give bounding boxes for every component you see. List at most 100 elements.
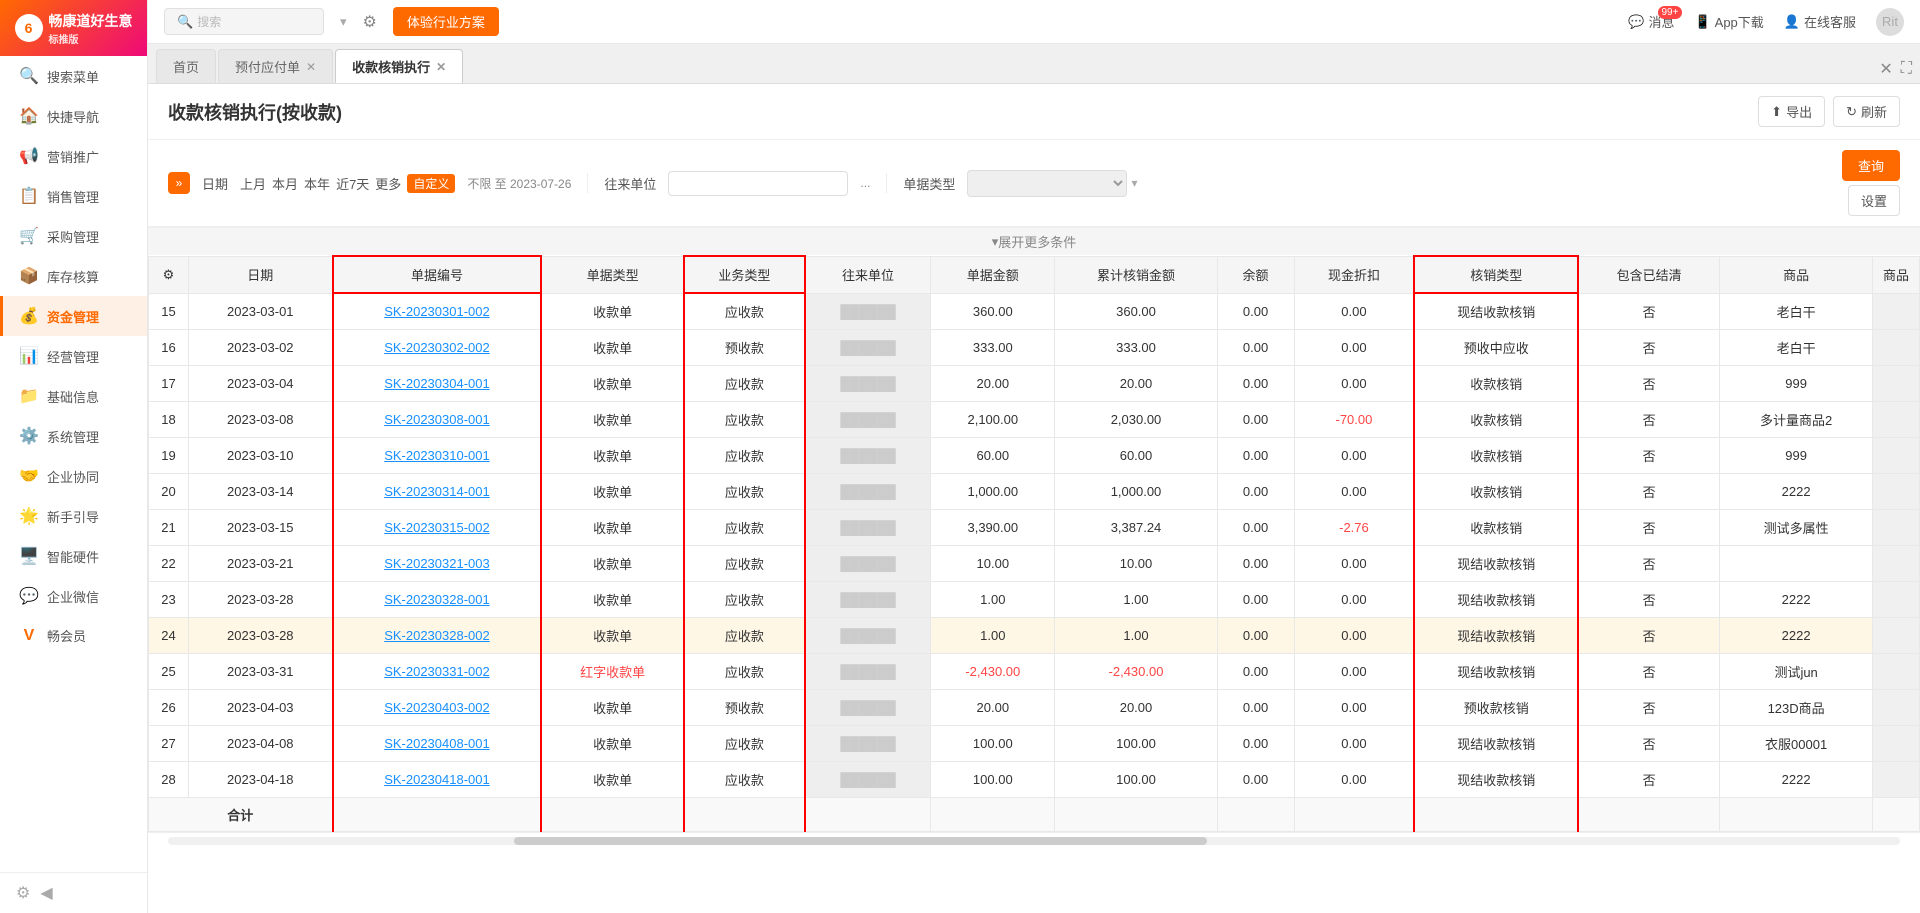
- tab-home[interactable]: 首页: [156, 49, 216, 83]
- sidebar-item-enterprise[interactable]: 🤝 企业协同: [0, 456, 147, 496]
- table-row[interactable]: 232023-03-28SK-20230328-001收款单应收款██████1…: [149, 581, 1920, 617]
- industry-solution-button[interactable]: 体验行业方案: [393, 7, 499, 36]
- query-button[interactable]: 查询: [1842, 150, 1900, 181]
- single-no-link[interactable]: SK-20230418-001: [384, 772, 490, 787]
- single-no-link[interactable]: SK-20230315-002: [384, 520, 490, 535]
- sidebar-item-member[interactable]: V 畅会员: [0, 616, 147, 655]
- row-single-no[interactable]: SK-20230408-001: [333, 725, 542, 761]
- single-no-link[interactable]: SK-20230403-002: [384, 700, 490, 715]
- partner-input[interactable]: [668, 171, 848, 196]
- row-single-no[interactable]: SK-20230310-001: [333, 437, 542, 473]
- row-total-cancel: -2,430.00: [1055, 653, 1217, 689]
- filter-expand-button[interactable]: »: [168, 172, 190, 194]
- row-single-no[interactable]: SK-20230315-002: [333, 509, 542, 545]
- sidebar-item-search[interactable]: 🔍 搜索菜单: [0, 56, 147, 96]
- single-no-link[interactable]: SK-20230328-001: [384, 592, 490, 607]
- tab-advance-close[interactable]: ✕: [306, 60, 316, 74]
- date-more[interactable]: 更多: [375, 174, 401, 193]
- table-row[interactable]: 212023-03-15SK-20230315-002收款单应收款██████3…: [149, 509, 1920, 545]
- export-button[interactable]: ⬆ 导出: [1758, 96, 1825, 127]
- online-service[interactable]: 👤 在线客服: [1784, 12, 1856, 31]
- single-no-link[interactable]: SK-20230314-001: [384, 484, 490, 499]
- sidebar-item-guide[interactable]: 🌟 新手引导: [0, 496, 147, 536]
- row-single-no[interactable]: SK-20230328-002: [333, 617, 542, 653]
- scrollbar-thumb[interactable]: [514, 837, 1207, 845]
- sidebar-item-finance[interactable]: 💰 资金管理: [0, 296, 147, 336]
- date-this-year[interactable]: 本年: [304, 174, 330, 193]
- row-num: 16: [149, 329, 189, 365]
- single-type-select[interactable]: [967, 170, 1127, 197]
- message-badge[interactable]: 💬 消息 99+: [1628, 12, 1674, 31]
- tab-collection-close[interactable]: ✕: [436, 60, 446, 74]
- setting-button[interactable]: 设置: [1848, 185, 1900, 216]
- topbar-search[interactable]: 🔍 搜索: [164, 8, 324, 35]
- expand-more-row[interactable]: ▾ 展开更多条件: [148, 227, 1920, 255]
- collapse-icon[interactable]: ◀: [40, 883, 52, 903]
- row-single-no[interactable]: SK-20230418-001: [333, 761, 542, 797]
- close-all-icon[interactable]: ✕: [1879, 59, 1892, 79]
- row-single-no[interactable]: SK-20230314-001: [333, 473, 542, 509]
- table-row[interactable]: 272023-04-08SK-20230408-001收款单应收款██████1…: [149, 725, 1920, 761]
- mobile-icon: 📱: [1694, 14, 1710, 30]
- table-row[interactable]: 152023-03-01SK-20230301-002收款单应收款██████3…: [149, 293, 1920, 329]
- table-row[interactable]: 262023-04-03SK-20230403-002收款单预收款██████2…: [149, 689, 1920, 725]
- row-single-no[interactable]: SK-20230321-003: [333, 545, 542, 581]
- date-last-month[interactable]: 上月: [240, 174, 266, 193]
- sidebar-item-system[interactable]: ⚙️ 系统管理: [0, 416, 147, 456]
- horizontal-scrollbar[interactable]: [168, 837, 1900, 845]
- single-no-link[interactable]: SK-20230301-002: [384, 304, 490, 319]
- table-row[interactable]: 282023-04-18SK-20230418-001收款单应收款██████1…: [149, 761, 1920, 797]
- sidebar-item-sales[interactable]: 📋 销售管理: [0, 176, 147, 216]
- row-single-no[interactable]: SK-20230301-002: [333, 293, 542, 329]
- table-row[interactable]: 202023-03-14SK-20230314-001收款单应收款██████1…: [149, 473, 1920, 509]
- sidebar-item-purchase[interactable]: 🛒 采购管理: [0, 216, 147, 256]
- sidebar-item-marketing[interactable]: 📢 营销推广: [0, 136, 147, 176]
- row-single-no[interactable]: SK-20230304-001: [333, 365, 542, 401]
- single-no-link[interactable]: SK-20230308-001: [384, 412, 490, 427]
- single-no-link[interactable]: SK-20230304-001: [384, 376, 490, 391]
- sidebar-item-hardware[interactable]: 🖥️ 智能硬件: [0, 536, 147, 576]
- settings-bottom-icon[interactable]: ⚙: [16, 883, 30, 903]
- th-settings[interactable]: ⚙: [149, 256, 189, 293]
- dropdown-arrow[interactable]: ▾: [340, 14, 347, 30]
- app-download[interactable]: 📱 App下载: [1694, 12, 1763, 31]
- date-7days[interactable]: 近7天: [336, 174, 369, 193]
- row-single-no[interactable]: SK-20230331-002: [333, 653, 542, 689]
- sidebar-item-wechat[interactable]: 💬 企业微信: [0, 576, 147, 616]
- date-custom-btn[interactable]: 自定义: [407, 174, 455, 193]
- table-row[interactable]: 182023-03-08SK-20230308-001收款单应收款██████2…: [149, 401, 1920, 437]
- table-row[interactable]: 242023-03-28SK-20230328-002收款单应收款██████1…: [149, 617, 1920, 653]
- row-single-no[interactable]: SK-20230308-001: [333, 401, 542, 437]
- row-date: 2023-03-31: [189, 653, 333, 689]
- row-single-no[interactable]: SK-20230302-002: [333, 329, 542, 365]
- operation-icon: 📊: [19, 346, 39, 366]
- expand-icon[interactable]: ⛶: [1901, 60, 1912, 78]
- refresh-button[interactable]: ↻ 刷新: [1833, 96, 1900, 127]
- row-include-clear: 否: [1578, 473, 1720, 509]
- sidebar-item-basic[interactable]: 📁 基础信息: [0, 376, 147, 416]
- gear-icon[interactable]: ⚙: [363, 12, 377, 32]
- row-single-no[interactable]: SK-20230403-002: [333, 689, 542, 725]
- single-type-label: 单据类型: [903, 174, 955, 193]
- table-row[interactable]: 252023-03-31SK-20230331-002红字收款单应收款█████…: [149, 653, 1920, 689]
- single-no-link[interactable]: SK-20230310-001: [384, 448, 490, 463]
- more-options[interactable]: ...: [860, 176, 870, 190]
- single-no-link[interactable]: SK-20230302-002: [384, 340, 490, 355]
- table-row[interactable]: 162023-03-02SK-20230302-002收款单预收款██████3…: [149, 329, 1920, 365]
- sidebar-item-shortcut[interactable]: 🏠 快捷导航: [0, 96, 147, 136]
- table-row[interactable]: 172023-03-04SK-20230304-001收款单应收款██████2…: [149, 365, 1920, 401]
- date-this-month[interactable]: 本月: [272, 174, 298, 193]
- avatar[interactable]: Rit: [1876, 8, 1904, 36]
- sidebar-item-operation[interactable]: 📊 经营管理: [0, 336, 147, 376]
- single-no-link[interactable]: SK-20230331-002: [384, 664, 490, 679]
- single-no-link[interactable]: SK-20230328-002: [384, 628, 490, 643]
- table-row[interactable]: 192023-03-10SK-20230310-001收款单应收款██████6…: [149, 437, 1920, 473]
- tab-collection[interactable]: 收款核销执行 ✕: [335, 49, 463, 83]
- single-no-link[interactable]: SK-20230321-003: [384, 556, 490, 571]
- table-row[interactable]: 222023-03-21SK-20230321-003收款单应收款██████1…: [149, 545, 1920, 581]
- sidebar-item-inventory[interactable]: 📦 库存核算: [0, 256, 147, 296]
- row-balance: 0.00: [1217, 473, 1294, 509]
- tab-advance[interactable]: 预付应付单 ✕: [218, 49, 333, 83]
- single-no-link[interactable]: SK-20230408-001: [384, 736, 490, 751]
- row-single-no[interactable]: SK-20230328-001: [333, 581, 542, 617]
